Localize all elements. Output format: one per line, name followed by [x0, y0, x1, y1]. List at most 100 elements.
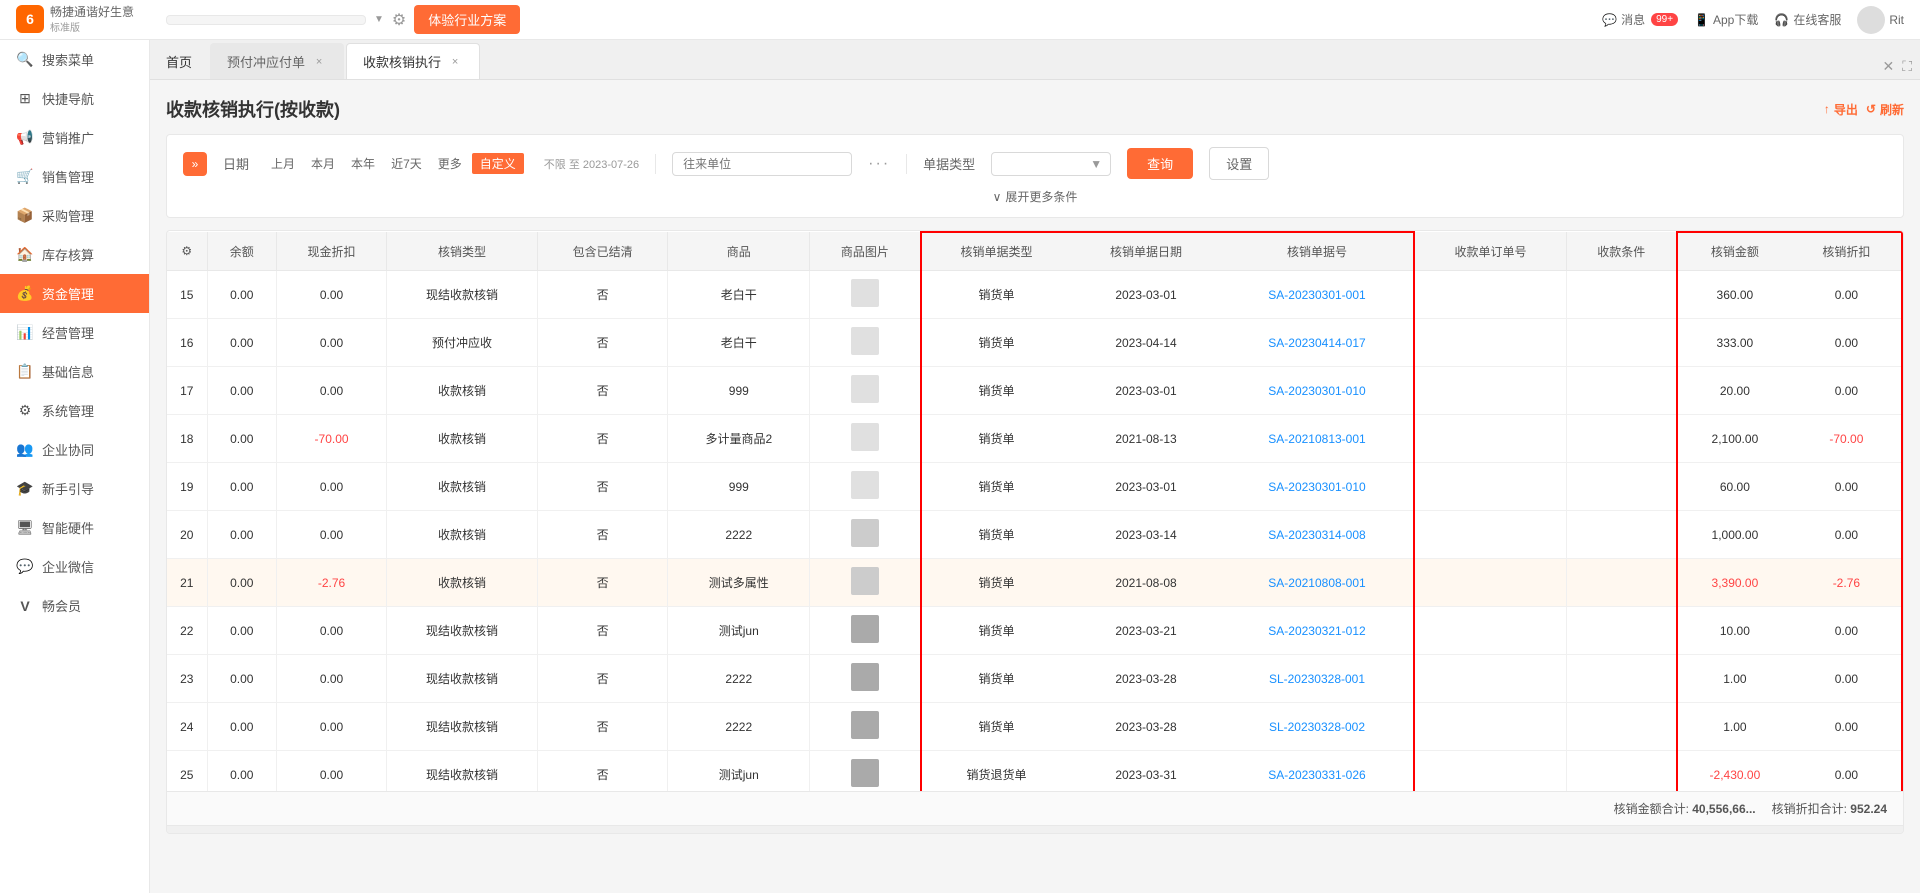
this-month-btn[interactable]: 本月	[305, 153, 341, 174]
close-window-icon[interactable]: ✕	[1882, 58, 1894, 75]
sidebar-item-management[interactable]: 📊 经营管理	[0, 313, 149, 352]
search-icon: 🔍	[16, 51, 34, 69]
settings-icon[interactable]: ⚙	[392, 10, 406, 30]
sidebar-item-member[interactable]: V 畅会员	[0, 586, 149, 625]
cell-doc-no: SA-20210808-001	[1221, 559, 1415, 607]
solution-button[interactable]: 体验行业方案	[414, 5, 520, 34]
cell-product: 测试jun	[668, 751, 810, 792]
doc-no-link[interactable]: SL-20230328-001	[1269, 672, 1365, 686]
cell-order-no	[1414, 463, 1566, 511]
search-dropdown-arrow[interactable]: ▼	[374, 14, 384, 25]
sidebar-item-finance[interactable]: 💰 资金管理	[0, 274, 149, 313]
table-row: 18 0.00 -70.00 收款核销 否 多计量商品2 销货单 2021-08…	[167, 415, 1902, 463]
maximize-icon[interactable]: ⛶	[1902, 58, 1912, 75]
cell-type: 收款核销	[387, 367, 538, 415]
th-settings: ⚙	[167, 232, 207, 271]
sidebar-item-hardware[interactable]: 🖥 智能硬件	[0, 508, 149, 547]
cell-doc-no: SL-20230328-001	[1221, 655, 1415, 703]
tab2-label: 收款核销执行	[363, 52, 441, 71]
sidebar-item-inventory[interactable]: 🏠 库存核算	[0, 235, 149, 274]
single-type-select[interactable]: ▼	[991, 152, 1111, 176]
doc-no-link[interactable]: SA-20230321-012	[1268, 624, 1365, 638]
cell-discount: -70.00	[1792, 415, 1902, 463]
sidebar-item-wechat[interactable]: 💬 企业微信	[0, 547, 149, 586]
last-month-btn[interactable]: 上月	[265, 153, 301, 174]
cell-balance: 0.00	[207, 271, 276, 319]
cell-product: 999	[668, 367, 810, 415]
online-service-item[interactable]: 🎧 在线客服	[1774, 11, 1841, 28]
doc-no-link[interactable]: SL-20230328-002	[1269, 720, 1365, 734]
more-dates-btn[interactable]: 更多	[432, 153, 468, 174]
cell-amount: -2,430.00	[1677, 751, 1792, 792]
cell-amount: 3,390.00	[1677, 559, 1792, 607]
cell-included: 否	[537, 703, 667, 751]
sidebar-item-sales[interactable]: 🛒 销售管理	[0, 157, 149, 196]
table-footer: 核销金额合计: 40,556,66... 核销折扣合计: 952.24	[167, 791, 1903, 825]
doc-no-link[interactable]: SA-20230314-008	[1268, 528, 1365, 542]
cell-cash-discount: 0.00	[276, 751, 386, 792]
cell-discount: 0.00	[1792, 271, 1902, 319]
divider2	[906, 154, 907, 174]
refresh-button[interactable]: ↺ 刷新	[1866, 101, 1904, 118]
th-included: 包含已结清	[537, 232, 667, 271]
tab-home[interactable]: 首页	[150, 43, 208, 79]
tab2-close-icon[interactable]: ×	[447, 54, 463, 70]
cell-doc-no: SA-20230314-008	[1221, 511, 1415, 559]
sidebar-item-system[interactable]: ⚙ 系统管理	[0, 391, 149, 430]
top-search-box[interactable]	[166, 15, 366, 25]
doc-no-link[interactable]: SA-20230301-010	[1268, 384, 1365, 398]
this-year-btn[interactable]: 本年	[345, 153, 381, 174]
sidebar-label-member: 畅会员	[42, 596, 81, 615]
expand-conditions-btn[interactable]: ∨ 展开更多条件	[993, 188, 1078, 205]
doc-no-link[interactable]: SA-20210813-001	[1268, 432, 1365, 446]
cell-order-no	[1414, 703, 1566, 751]
sidebar-item-purchase[interactable]: 📦 采购管理	[0, 196, 149, 235]
app-download-item[interactable]: 📱 App下载	[1694, 11, 1758, 28]
sidebar-item-search[interactable]: 🔍 搜索菜单	[0, 40, 149, 79]
cell-id: 23	[167, 655, 207, 703]
cell-doc-date: 2023-03-21	[1071, 607, 1220, 655]
cell-order-no	[1414, 319, 1566, 367]
table-header-row: ⚙ 余额 现金折扣 核销类型 包含已结清 商品 商品图片 核销单据类型 核销单据…	[167, 232, 1902, 271]
tab-prepay[interactable]: 预付冲应付单 ×	[210, 43, 344, 79]
data-table-container: ⚙ 余额 现金折扣 核销类型 包含已结清 商品 商品图片 核销单据类型 核销单据…	[166, 230, 1904, 834]
cell-condition	[1566, 319, 1677, 367]
table-row: 15 0.00 0.00 现结收款核销 否 老白干 销货单 2023-03-01…	[167, 271, 1902, 319]
settings-button[interactable]: 设置	[1209, 147, 1269, 180]
th-discount: 核销折扣	[1792, 232, 1902, 271]
doc-no-link[interactable]: SA-20230414-017	[1268, 336, 1365, 350]
cell-type: 现结收款核销	[387, 703, 538, 751]
cell-img	[810, 367, 921, 415]
counterpart-input[interactable]	[672, 152, 852, 176]
th-doc-type: 核销单据类型	[921, 232, 1072, 271]
horizontal-scrollbar[interactable]	[167, 825, 1903, 833]
sidebar-item-guide[interactable]: 🎓 新手引导	[0, 469, 149, 508]
message-item[interactable]: 💬 消息 99+	[1602, 11, 1678, 28]
filter-expand-btn[interactable]: »	[183, 152, 207, 176]
sidebar-item-basic[interactable]: 📋 基础信息	[0, 352, 149, 391]
sidebar-item-marketing[interactable]: 📢 营销推广	[0, 118, 149, 157]
tab1-close-icon[interactable]: ×	[311, 54, 327, 70]
query-button[interactable]: 查询	[1127, 148, 1193, 179]
th-order-no: 收款单订单号	[1414, 232, 1566, 271]
cell-order-no	[1414, 511, 1566, 559]
cell-doc-no: SA-20230321-012	[1221, 607, 1415, 655]
cell-included: 否	[537, 607, 667, 655]
export-label: 导出	[1834, 101, 1858, 118]
table-wrapper[interactable]: ⚙ 余额 现金折扣 核销类型 包含已结清 商品 商品图片 核销单据类型 核销单据…	[167, 231, 1903, 791]
last7days-btn[interactable]: 近7天	[385, 153, 428, 174]
doc-no-link[interactable]: SA-20230301-001	[1268, 288, 1365, 302]
export-button[interactable]: ↑ 导出	[1824, 101, 1858, 118]
counterpart-more-icon[interactable]: ···	[868, 155, 890, 173]
online-service-label: 在线客服	[1793, 11, 1841, 28]
user-item[interactable]: Rit	[1857, 6, 1904, 34]
sidebar-item-quicknav[interactable]: ⊞ 快捷导航	[0, 79, 149, 118]
sidebar-item-collab[interactable]: 👥 企业协同	[0, 430, 149, 469]
custom-date-btn[interactable]: 自定义	[472, 153, 524, 174]
doc-no-link[interactable]: SA-20230301-010	[1268, 480, 1365, 494]
tab-collection[interactable]: 收款核销执行 ×	[346, 43, 480, 79]
doc-no-link[interactable]: SA-20210808-001	[1268, 576, 1365, 590]
cell-doc-date: 2021-08-08	[1071, 559, 1220, 607]
doc-no-link[interactable]: SA-20230331-026	[1268, 768, 1365, 782]
tab-bar-actions: ✕ ⛶	[1882, 58, 1920, 79]
